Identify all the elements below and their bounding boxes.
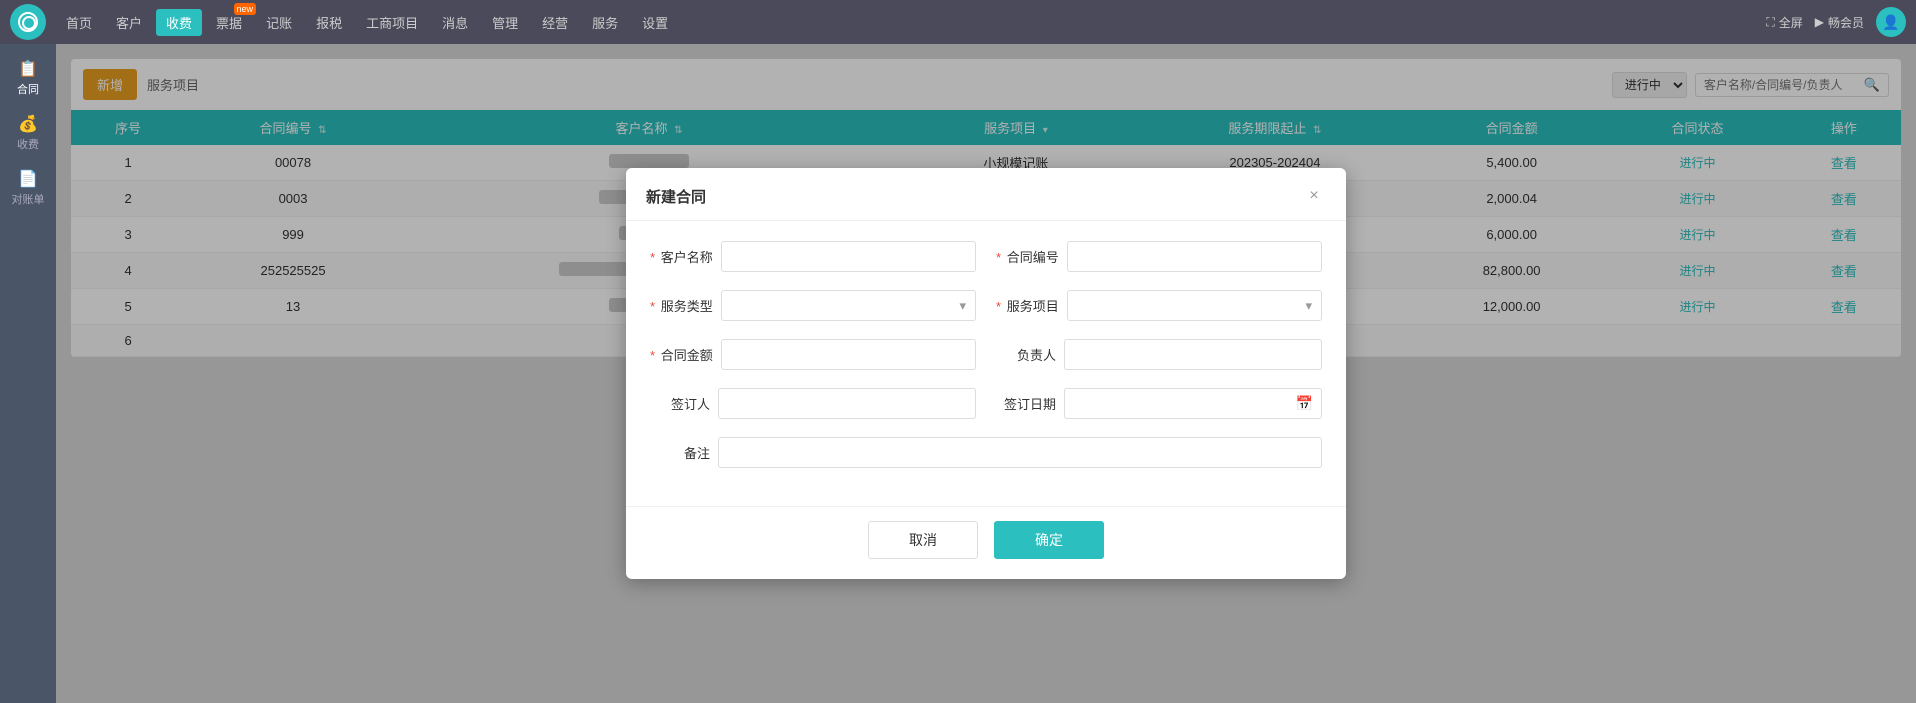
- cancel-button[interactable]: 取消: [868, 521, 978, 559]
- modal-header: 新建合同 ×: [626, 168, 1346, 221]
- required-star: *: [996, 299, 1001, 314]
- reconciliation-icon: 📄: [18, 172, 38, 188]
- nav-item-tickets[interactable]: 票据 new: [206, 9, 252, 36]
- service-type-label: * 服务类型: [650, 296, 713, 315]
- nav-item-home[interactable]: 首页: [56, 9, 102, 36]
- new-contract-modal: 新建合同 × * 客户名称: [626, 168, 1346, 579]
- field-customer-name: * 客户名称: [650, 241, 976, 272]
- field-contract-no: * 合同编号: [996, 241, 1322, 272]
- calendar-icon[interactable]: 📅: [1296, 395, 1313, 412]
- form-row-5: 备注: [650, 437, 1322, 468]
- signer-label: 签订人: [650, 394, 710, 413]
- field-service-item: * 服务项目 ▾: [996, 290, 1322, 321]
- form-row-4: 签订人 签订日期 2023-06-06 📅: [650, 388, 1322, 419]
- nav-item-customer[interactable]: 客户: [106, 9, 152, 36]
- nav-item-service[interactable]: 服务: [582, 9, 628, 36]
- nav-item-bookkeeping[interactable]: 记账: [256, 9, 302, 36]
- form-row-2: * 服务类型 ▾ * 服务项目: [650, 290, 1322, 321]
- note-input[interactable]: [718, 437, 1322, 468]
- modal-body: * 客户名称 * 合同编号: [626, 221, 1346, 506]
- fees-icon: 💰: [18, 117, 38, 133]
- nav-items: 首页 客户 收费 票据 new 记账 报税 工商项目 消息 管理 经营 服务 设…: [56, 9, 1766, 36]
- field-service-type: * 服务类型 ▾: [650, 290, 976, 321]
- amount-label: * 合同金额: [650, 345, 713, 364]
- contract-no-label: * 合同编号: [996, 247, 1059, 266]
- field-note: 备注: [650, 437, 1322, 468]
- required-star: *: [650, 299, 655, 314]
- field-responsible: 负责人: [996, 339, 1322, 370]
- modal-title: 新建合同: [646, 186, 706, 207]
- nav-item-tax[interactable]: 报税: [306, 9, 352, 36]
- field-amount: * 合同金额 0.00: [650, 339, 976, 370]
- service-item-select-wrap: ▾: [1067, 290, 1322, 321]
- app-logo: [10, 4, 46, 40]
- date-input-wrap: 2023-06-06 📅: [1064, 388, 1322, 419]
- required-star: *: [650, 348, 655, 363]
- modal-close-button[interactable]: ×: [1302, 184, 1326, 208]
- nav-item-manage[interactable]: 管理: [482, 9, 528, 36]
- customer-name-label: * 客户名称: [650, 247, 713, 266]
- nav-item-settings[interactable]: 设置: [632, 9, 678, 36]
- new-badge: new: [234, 3, 257, 15]
- sidebar: 📋 合同 💰 收费 📄 对账单: [0, 44, 56, 703]
- sign-date-input[interactable]: 2023-06-06: [1073, 389, 1296, 418]
- nav-right: ⛶ 全屏 ▶ 畅会员 👤: [1766, 7, 1906, 37]
- nav-item-operation[interactable]: 经营: [532, 9, 578, 36]
- service-type-select-wrap: ▾: [721, 290, 976, 321]
- customer-name-input[interactable]: [721, 241, 976, 272]
- service-item-select[interactable]: [1067, 290, 1322, 321]
- avatar[interactable]: 👤: [1876, 7, 1906, 37]
- sidebar-item-reconciliation[interactable]: 📄 对账单: [0, 164, 56, 215]
- sign-date-label: 签订日期: [996, 394, 1056, 413]
- service-type-select[interactable]: [721, 290, 976, 321]
- main-layout: 📋 合同 💰 收费 📄 对账单 新增 服务项目 进行中 已完成 已终止: [0, 44, 1916, 703]
- service-item-label: * 服务项目: [996, 296, 1059, 315]
- modal-footer: 取消 确定: [626, 506, 1346, 579]
- modal-overlay: 新建合同 × * 客户名称: [56, 44, 1916, 703]
- responsible-label: 负责人: [996, 345, 1056, 364]
- nav-item-business[interactable]: 工商项目: [356, 9, 428, 36]
- amount-input[interactable]: 0.00: [721, 339, 976, 370]
- sidebar-item-contract[interactable]: 📋 合同: [0, 54, 56, 105]
- contract-no-input[interactable]: [1067, 241, 1322, 272]
- signer-input[interactable]: [718, 388, 976, 419]
- field-signer: 签订人: [650, 388, 976, 419]
- top-navigation: 首页 客户 收费 票据 new 记账 报税 工商项目 消息 管理 经营 服务 设…: [0, 0, 1916, 44]
- required-star: *: [996, 250, 1001, 265]
- nav-item-fees[interactable]: 收费: [156, 9, 202, 36]
- fullscreen-button[interactable]: ⛶ 全屏: [1766, 14, 1802, 31]
- field-sign-date: 签订日期 2023-06-06 📅: [996, 388, 1322, 419]
- contract-icon: 📋: [18, 62, 38, 78]
- vip-button[interactable]: ▶ 畅会员: [1815, 14, 1864, 31]
- sidebar-item-fees[interactable]: 💰 收费: [0, 109, 56, 160]
- form-row-3: * 合同金额 0.00 负责人: [650, 339, 1322, 370]
- note-label: 备注: [650, 443, 710, 462]
- required-star: *: [650, 250, 655, 265]
- content-area: 新增 服务项目 进行中 已完成 已终止 🔍: [56, 44, 1916, 703]
- responsible-input[interactable]: [1064, 339, 1322, 370]
- confirm-button[interactable]: 确定: [994, 521, 1104, 559]
- nav-item-message[interactable]: 消息: [432, 9, 478, 36]
- form-row-1: * 客户名称 * 合同编号: [650, 241, 1322, 272]
